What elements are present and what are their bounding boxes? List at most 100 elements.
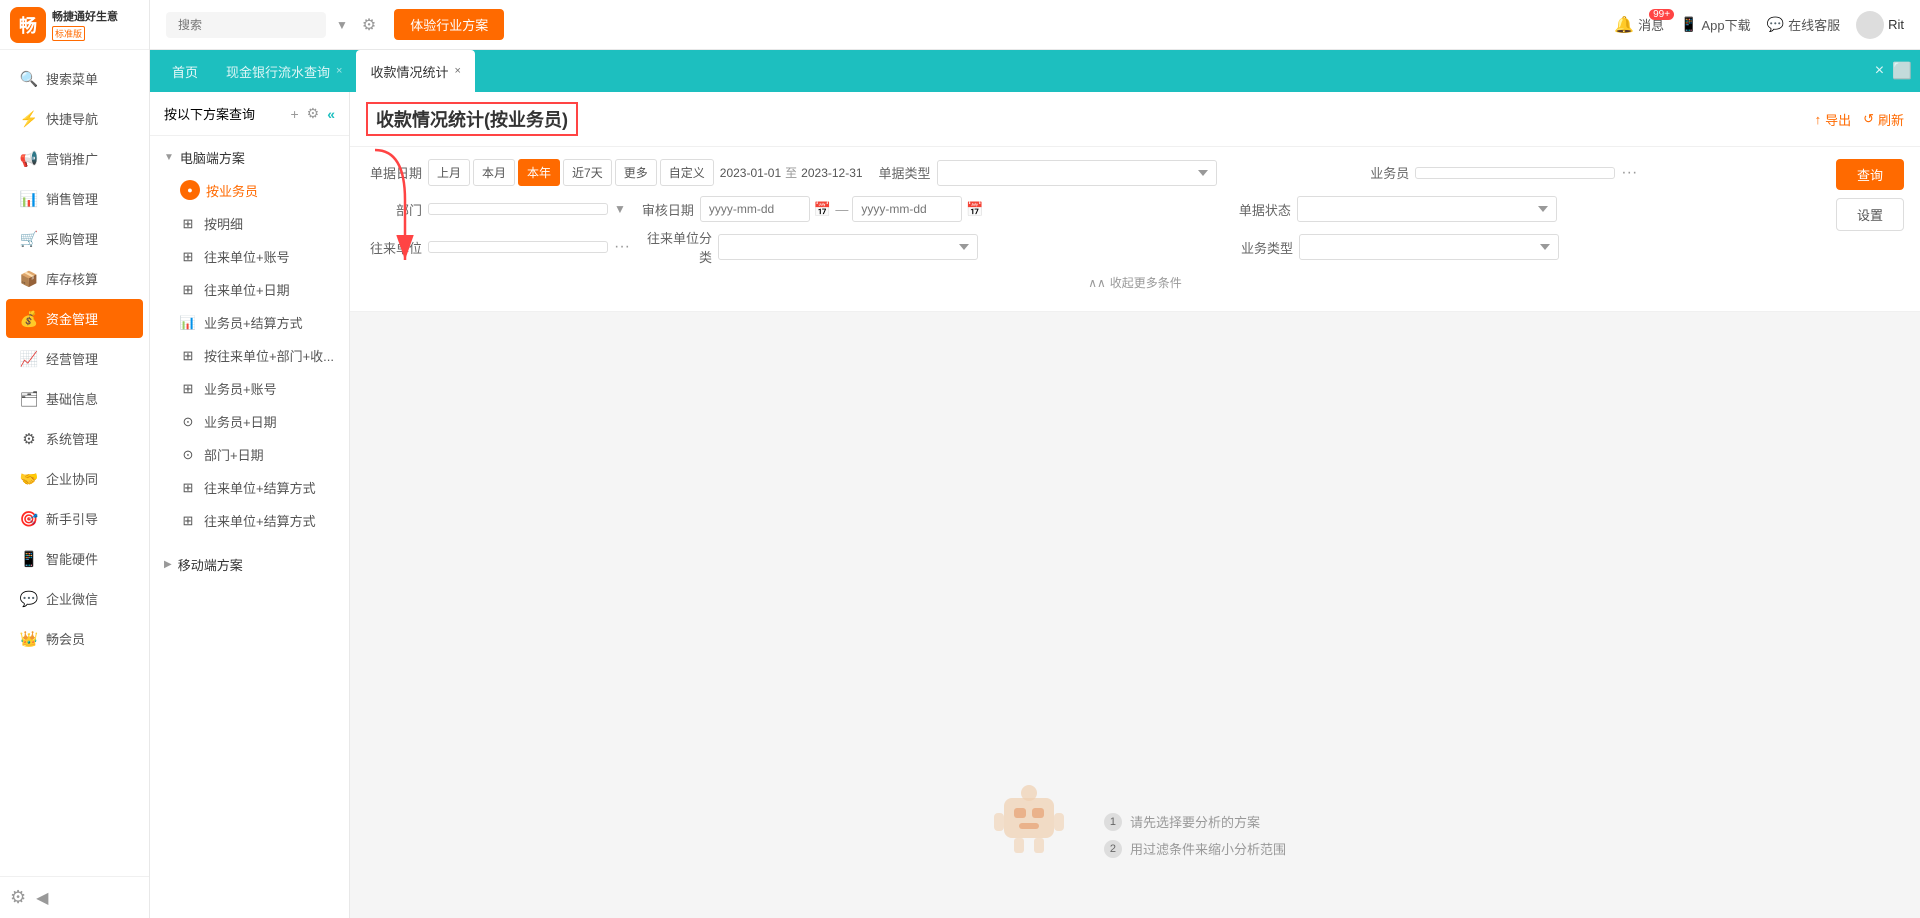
desktop-section: ▼ 电脑端方案 ● 按业务员 ⊞ 按明细 ⊞ 往来单位+账号 <box>150 136 349 543</box>
filter-area: 单据日期 上月 本月 本年 近7天 更多 自定义 <box>350 147 1920 312</box>
date-btn-7days[interactable]: 近7天 <box>563 159 612 186</box>
scheme-item-partner-settlement2[interactable]: ⊞ 往来单位+结算方式 <box>150 504 349 537</box>
export-icon: ↑ <box>1815 112 1822 127</box>
topbar-chevron-icon[interactable]: ▼ <box>336 18 348 32</box>
desktop-section-title[interactable]: ▼ 电脑端方案 <box>150 142 349 173</box>
sidebar-item-system[interactable]: ⚙ 系统管理 <box>6 419 143 458</box>
topbar-search-input[interactable] <box>166 12 326 38</box>
system-icon: ⚙ <box>20 430 38 448</box>
sidebar-item-finance[interactable]: 💰 资金管理 <box>6 299 143 338</box>
online-service-btn[interactable]: 💬 在线客服 <box>1767 15 1840 34</box>
partner-category-select[interactable] <box>718 234 978 260</box>
audit-date-end[interactable] <box>852 196 962 222</box>
topbar-gear-icon[interactable]: ⚙ <box>362 15 376 35</box>
mobile-section-title[interactable]: ▶ 移动端方案 <box>150 549 349 580</box>
scheme-item-by-detail[interactable]: ⊞ 按明细 <box>150 207 349 240</box>
footer-collapse-icon[interactable]: ◀ <box>36 888 48 908</box>
sidebar-item-search-menu[interactable]: 🔍 搜索菜单 <box>6 59 143 98</box>
sidebar-item-basic-info[interactable]: 🗂 基础信息 <box>6 379 143 418</box>
scheme-item-by-salesperson[interactable]: ● 按业务员 <box>150 173 349 207</box>
grid-icon5: ⊞ <box>180 381 196 397</box>
date-label: 单据日期 <box>366 163 422 182</box>
export-btn[interactable]: ↑ 导出 <box>1815 110 1852 129</box>
calendar-icon2[interactable]: 📅 <box>966 201 983 218</box>
scheme-settings-btn[interactable]: ⚙ <box>307 105 320 122</box>
collapse-filter-btn[interactable]: ∧∧ 收起更多条件 <box>366 266 1904 299</box>
sidebar-item-wechat[interactable]: 💬 企业微信 <box>6 579 143 618</box>
partner-input[interactable] <box>428 241 608 253</box>
business-type-select[interactable] <box>1299 234 1559 260</box>
voucher-status-select[interactable] <box>1297 196 1557 222</box>
sidebar-item-guide[interactable]: 🎯 新手引导 <box>6 499 143 538</box>
voucher-type-select[interactable] <box>937 160 1217 186</box>
query-btn[interactable]: 查询 <box>1836 159 1904 190</box>
sidebar-item-member[interactable]: 👑 畅会员 <box>6 619 143 658</box>
hardware-icon: 📱 <box>20 550 38 568</box>
collapse-panel-btn[interactable]: « <box>327 106 335 122</box>
grid-icon2: ⊞ <box>180 249 196 265</box>
date-btn-this-month[interactable]: 本月 <box>473 159 515 186</box>
user-profile[interactable]: Rit <box>1856 11 1904 39</box>
sidebar-item-marketing[interactable]: 📢 营销推广 <box>6 139 143 178</box>
tab-receipt-close-icon[interactable]: × <box>454 65 460 77</box>
notifications-btn[interactable]: 🔔 消息 99+ <box>1614 15 1664 35</box>
sidebar-item-quick-nav[interactable]: ⚡ 快捷导航 <box>6 99 143 138</box>
scheme-tree: ▼ 电脑端方案 ● 按业务员 ⊞ 按明细 ⊞ 往来单位+账号 <box>150 136 349 918</box>
sidebar-item-enterprise[interactable]: 🤝 企业协同 <box>6 459 143 498</box>
tab-close-icon[interactable]: × <box>336 65 342 77</box>
window-close-btn[interactable]: × <box>1875 62 1884 80</box>
empty-tips: 1 请先选择要分析的方案 2 用过滤条件来缩小分析范围 <box>1104 812 1286 858</box>
refresh-icon: ↺ <box>1863 111 1874 127</box>
partner-category-select-wrapper <box>718 234 978 260</box>
dept-filter: 部门 ▼ <box>366 200 626 219</box>
empty-state: 1 请先选择要分析的方案 2 用过滤条件来缩小分析范围 <box>984 768 1286 858</box>
calendar-icon[interactable]: 📅 <box>814 201 831 218</box>
date-btn-this-year[interactable]: 本年 <box>518 159 560 186</box>
scheme-item-partner-date[interactable]: ⊞ 往来单位+日期 <box>150 273 349 306</box>
salesperson-input[interactable] <box>1415 167 1615 179</box>
scheme-item-dept-date[interactable]: ⊙ 部门+日期 <box>150 438 349 471</box>
footer-settings-icon[interactable]: ⚙ <box>10 887 26 908</box>
trial-btn[interactable]: 体验行业方案 <box>394 9 504 40</box>
sidebar-item-operation[interactable]: 📈 经营管理 <box>6 339 143 378</box>
scheme-item-partner-settlement1[interactable]: ⊞ 往来单位+结算方式 <box>150 471 349 504</box>
dept-input[interactable] <box>428 203 608 215</box>
sidebar-item-hardware[interactable]: 📱 智能硬件 <box>6 539 143 578</box>
active-item-indicator: ● <box>180 180 200 200</box>
tab-receipt-stats[interactable]: 收款情况统计 × <box>356 50 474 92</box>
date-btn-last-month[interactable]: 上月 <box>428 159 470 186</box>
scheme-item-partner-dept[interactable]: ⊞ 按往来单位+部门+收... <box>150 339 349 372</box>
clock-icon2: ⊙ <box>180 447 196 463</box>
scheme-item-partner-account[interactable]: ⊞ 往来单位+账号 <box>150 240 349 273</box>
sidebar-item-purchase[interactable]: 🛒 采购管理 <box>6 219 143 258</box>
tab-home[interactable]: 首页 <box>158 50 212 92</box>
sidebar-item-inventory[interactable]: 📦 库存核算 <box>6 259 143 298</box>
window-max-btn[interactable]: ⬜ <box>1892 61 1912 81</box>
mobile-section: ▶ 移动端方案 <box>150 543 349 586</box>
tab-bank-flow[interactable]: 现金银行流水查询 × <box>212 50 356 92</box>
left-panel-title: 按以下方案查询 <box>164 104 255 123</box>
scheme-item-salesperson-date[interactable]: ⊙ 业务员+日期 <box>150 405 349 438</box>
voucher-status-label: 单据状态 <box>1235 200 1291 219</box>
scheme-item-salesperson-account[interactable]: ⊞ 业务员+账号 <box>150 372 349 405</box>
grid-icon6: ⊞ <box>180 480 196 496</box>
date-btn-custom[interactable]: 自定义 <box>660 159 714 186</box>
dept-chevron-icon[interactable]: ▼ <box>614 202 626 216</box>
app-download-btn[interactable]: 📱 App下载 <box>1680 15 1751 34</box>
setting-btn[interactable]: 设置 <box>1836 198 1904 231</box>
page-header: 收款情况统计(按业务员) ↑ 导出 ↺ 刷新 <box>350 92 1920 147</box>
partner-filter: 往来单位 ··· <box>366 238 630 257</box>
refresh-btn[interactable]: ↺ 刷新 <box>1863 110 1904 129</box>
grid-icon: ⊞ <box>180 216 196 232</box>
date-btn-more[interactable]: 更多 <box>615 159 657 186</box>
voucher-status-filter: 单据状态 <box>1235 196 1820 222</box>
dept-label: 部门 <box>366 200 422 219</box>
sidebar-item-sales[interactable]: 📊 销售管理 <box>6 179 143 218</box>
partner-more-icon[interactable]: ··· <box>614 238 630 256</box>
date-quick-buttons: 上月 本月 本年 近7天 更多 自定义 <box>428 159 714 186</box>
window-controls: × ⬜ <box>1875 61 1912 81</box>
scheme-item-salesperson-settlement[interactable]: 📊 业务员+结算方式 <box>150 306 349 339</box>
audit-date-start[interactable] <box>700 196 810 222</box>
salesperson-more-icon[interactable]: ··· <box>1621 164 1637 182</box>
add-scheme-btn[interactable]: + <box>290 106 298 122</box>
